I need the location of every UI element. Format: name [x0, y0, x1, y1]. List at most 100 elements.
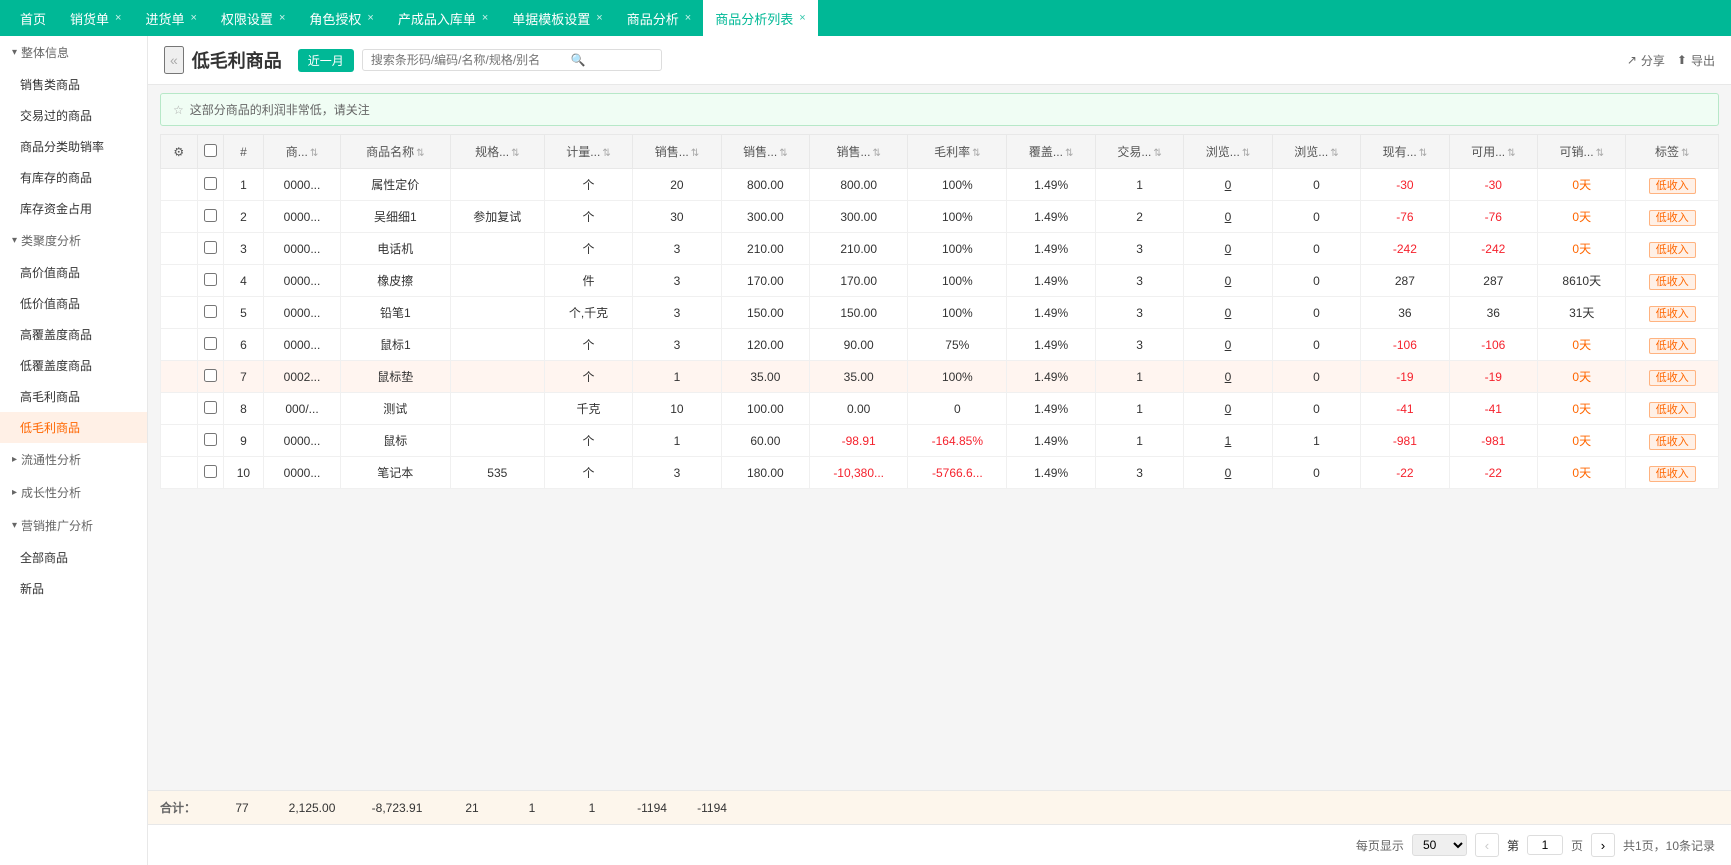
- export-button[interactable]: ⬆ 导出: [1677, 52, 1715, 69]
- sidebar-group-overall[interactable]: ▾ 整体信息: [0, 36, 147, 69]
- sidebar-item-low-value[interactable]: 低价值商品: [0, 288, 147, 319]
- search-icon[interactable]: 🔍: [571, 53, 586, 67]
- row-views1[interactable]: 0: [1184, 169, 1272, 201]
- row-sales-price: 60.00: [721, 425, 809, 457]
- col-coverage[interactable]: 覆盖...⇅: [1007, 135, 1095, 169]
- sidebar-item-traded-goods[interactable]: 交易过的商品: [0, 100, 147, 131]
- row-views1[interactable]: 0: [1184, 233, 1272, 265]
- row-gross-rate: 100%: [908, 201, 1007, 233]
- row-views1[interactable]: 0: [1184, 393, 1272, 425]
- row-checkbox[interactable]: [204, 177, 217, 190]
- col-saleable[interactable]: 可销...⇅: [1538, 135, 1626, 169]
- row-available: -76: [1449, 201, 1537, 233]
- row-spec: [450, 393, 544, 425]
- row-views1[interactable]: 0: [1184, 297, 1272, 329]
- close-icon[interactable]: ×: [799, 12, 805, 24]
- sidebar-item-new-goods[interactable]: 新品: [0, 573, 147, 604]
- col-sales-price[interactable]: 销售...⇅: [721, 135, 809, 169]
- tag-label: 低收入: [1649, 370, 1696, 386]
- page-size-select[interactable]: 50 100 200: [1412, 834, 1467, 856]
- close-icon[interactable]: ×: [685, 12, 691, 24]
- col-sales-amount[interactable]: 销售...⇅: [810, 135, 908, 169]
- sidebar-group-cluster[interactable]: ▾ 类聚度分析: [0, 224, 147, 257]
- sidebar-item-all-goods[interactable]: 全部商品: [0, 542, 147, 573]
- row-views1[interactable]: 0: [1184, 265, 1272, 297]
- row-views1[interactable]: 1: [1184, 425, 1272, 457]
- prev-page-button[interactable]: ‹: [1475, 833, 1499, 857]
- row-spec: [450, 297, 544, 329]
- row-checkbox[interactable]: [204, 337, 217, 350]
- col-code[interactable]: 商...⇅: [264, 135, 341, 169]
- close-icon[interactable]: ×: [596, 12, 602, 24]
- col-name[interactable]: 商品名称⇅: [340, 135, 450, 169]
- col-no: #: [223, 135, 264, 169]
- nav-template[interactable]: 单据模板设置 ×: [500, 0, 614, 36]
- row-available: -19: [1449, 361, 1537, 393]
- sidebar-item-low-profit[interactable]: 低毛利商品: [0, 412, 147, 443]
- share-button[interactable]: ↗ 分享: [1627, 52, 1665, 69]
- sidebar-item-in-stock[interactable]: 有库存的商品: [0, 162, 147, 193]
- row-views1[interactable]: 0: [1184, 457, 1272, 489]
- row-transactions: 3: [1095, 329, 1183, 361]
- sidebar-group-growth[interactable]: ▸ 成长性分析: [0, 476, 147, 509]
- nav-role[interactable]: 角色授权 ×: [297, 0, 385, 36]
- close-icon[interactable]: ×: [482, 12, 488, 24]
- row-checkbox-cell: [197, 201, 223, 233]
- row-sales-qty: 3: [633, 297, 721, 329]
- sidebar-group-marketing[interactable]: ▾ 营销推广分析: [0, 509, 147, 542]
- nav-sales[interactable]: 销货单 ×: [58, 0, 133, 36]
- row-available: -22: [1449, 457, 1537, 489]
- row-checkbox[interactable]: [204, 369, 217, 382]
- sidebar-group-flow[interactable]: ▸ 流通性分析: [0, 443, 147, 476]
- page-number-input[interactable]: [1527, 835, 1563, 855]
- sidebar-item-high-value[interactable]: 高价值商品: [0, 257, 147, 288]
- row-checkbox[interactable]: [204, 241, 217, 254]
- nav-home[interactable]: 首页: [8, 0, 58, 36]
- row-available: -41: [1449, 393, 1537, 425]
- select-all-checkbox[interactable]: [204, 144, 217, 157]
- col-tag[interactable]: 标签⇅: [1626, 135, 1719, 169]
- sidebar-item-sales-goods[interactable]: 销售类商品: [0, 69, 147, 100]
- tag-label: 低收入: [1649, 434, 1696, 450]
- sidebar-item-high-profit[interactable]: 高毛利商品: [0, 381, 147, 412]
- nav-goods-analysis-list[interactable]: 商品分析列表 ×: [703, 0, 817, 36]
- row-tag: 低收入: [1626, 329, 1719, 361]
- sidebar-item-category-rate[interactable]: 商品分类助销率: [0, 131, 147, 162]
- row-views1[interactable]: 0: [1184, 329, 1272, 361]
- col-spec[interactable]: 规格...⇅: [450, 135, 544, 169]
- close-icon[interactable]: ×: [367, 12, 373, 24]
- row-checkbox[interactable]: [204, 433, 217, 446]
- close-icon[interactable]: ×: [115, 12, 121, 24]
- col-sales-qty[interactable]: 销售...⇅: [633, 135, 721, 169]
- nav-permission[interactable]: 权限设置 ×: [209, 0, 297, 36]
- row-views1[interactable]: 0: [1184, 361, 1272, 393]
- sidebar-item-high-coverage[interactable]: 高覆盖度商品: [0, 319, 147, 350]
- close-icon[interactable]: ×: [190, 12, 196, 24]
- sidebar-item-low-coverage[interactable]: 低覆盖度商品: [0, 350, 147, 381]
- row-checkbox[interactable]: [204, 273, 217, 286]
- row-checkbox[interactable]: [204, 209, 217, 222]
- period-tag-button[interactable]: 近一月: [298, 49, 354, 72]
- col-available[interactable]: 可用...⇅: [1449, 135, 1537, 169]
- row-sales-qty: 3: [633, 265, 721, 297]
- nav-product-in[interactable]: 产成品入库单 ×: [386, 0, 500, 36]
- col-checkbox[interactable]: [197, 135, 223, 169]
- nav-goods-analysis[interactable]: 商品分析 ×: [615, 0, 703, 36]
- row-views1[interactable]: 0: [1184, 201, 1272, 233]
- col-current-stock[interactable]: 现有...⇅: [1361, 135, 1449, 169]
- close-icon[interactable]: ×: [279, 12, 285, 24]
- nav-purchase[interactable]: 进货单 ×: [133, 0, 208, 36]
- col-gross-rate[interactable]: 毛利率⇅: [908, 135, 1007, 169]
- row-checkbox[interactable]: [204, 465, 217, 478]
- row-checkbox[interactable]: [204, 305, 217, 318]
- col-views1[interactable]: 浏览...⇅: [1184, 135, 1272, 169]
- next-page-button[interactable]: ›: [1591, 833, 1615, 857]
- search-input[interactable]: [371, 53, 571, 67]
- col-settings[interactable]: ⚙: [161, 135, 198, 169]
- col-unit[interactable]: 计量...⇅: [544, 135, 632, 169]
- col-views2[interactable]: 浏览...⇅: [1272, 135, 1360, 169]
- sidebar-collapse-button[interactable]: «: [164, 46, 184, 74]
- sidebar-item-stock-fund[interactable]: 库存资金占用: [0, 193, 147, 224]
- col-transactions[interactable]: 交易...⇅: [1095, 135, 1183, 169]
- row-checkbox[interactable]: [204, 401, 217, 414]
